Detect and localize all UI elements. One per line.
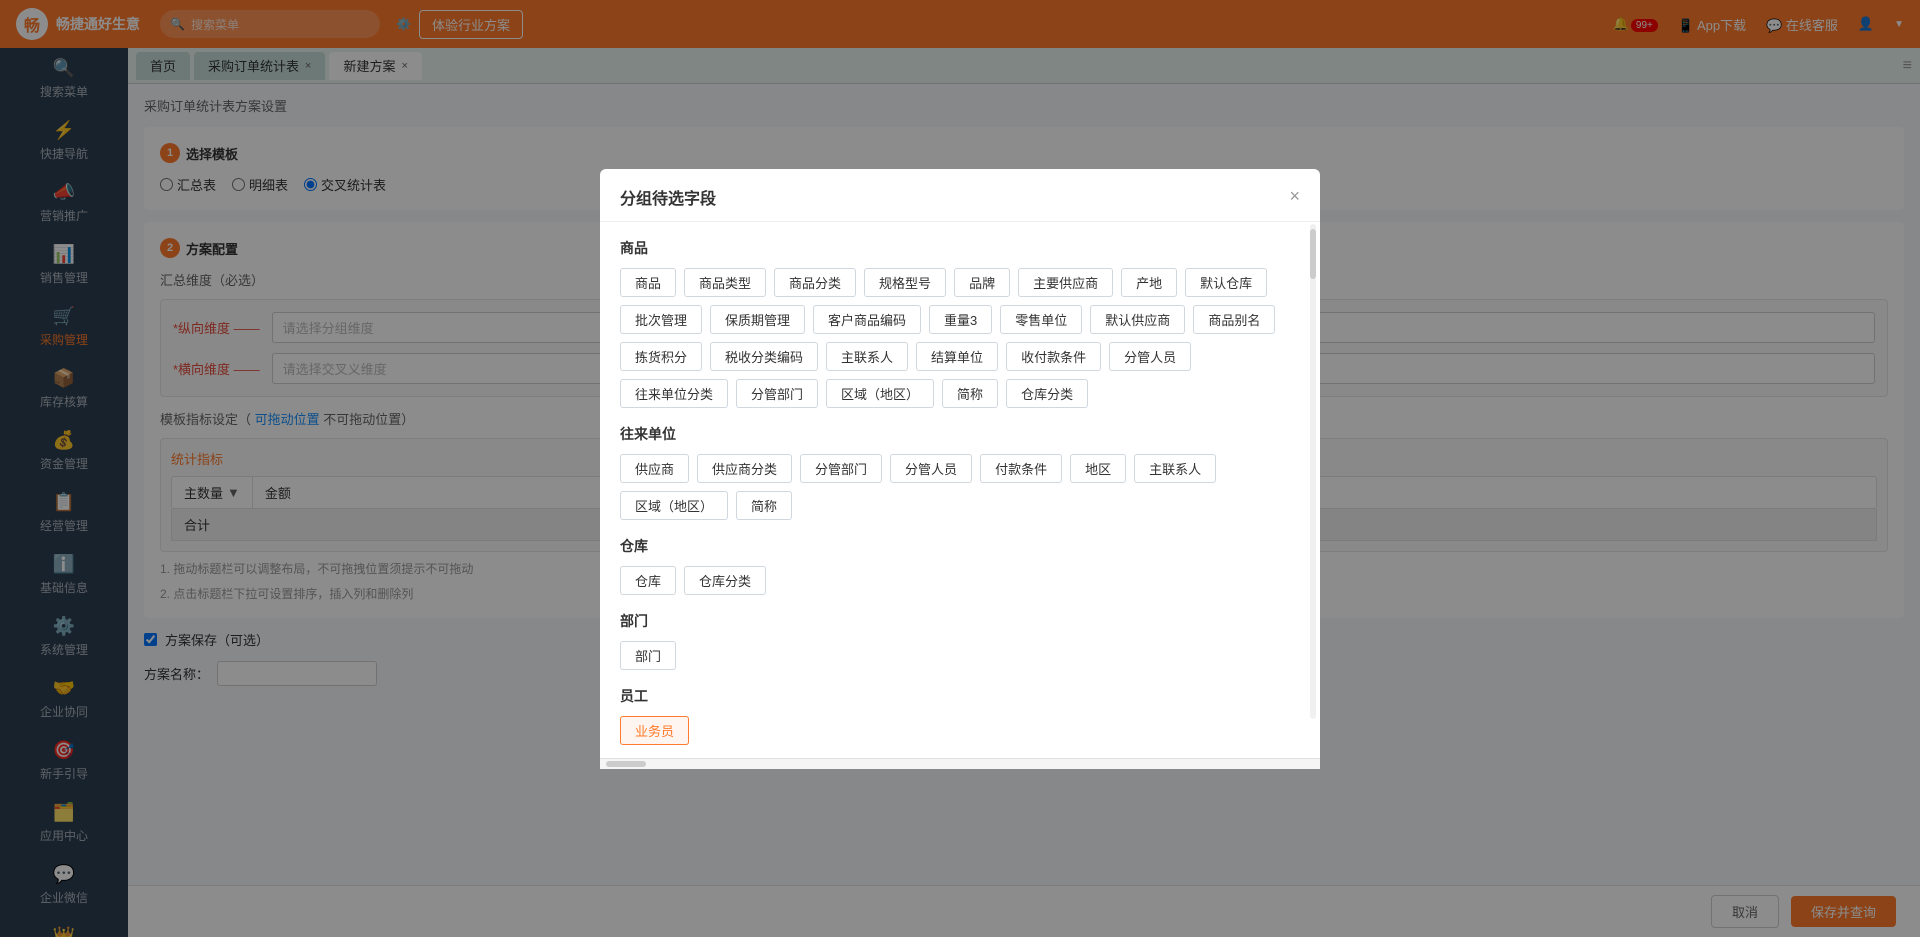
field-tag-warehouse-category[interactable]: 仓库分类 [684,566,766,595]
field-tag-dept[interactable]: 分管部门 [736,379,818,408]
field-tag-default-supplier[interactable]: 默认供应商 [1090,305,1185,334]
field-tag-main-contact-partner[interactable]: 主联系人 [1134,454,1216,483]
modal-title: 分组待选字段 [620,185,716,209]
field-tag-region2-partner[interactable]: 区域（地区） [620,491,728,520]
field-tag-brand[interactable]: 品牌 [954,268,1010,297]
field-tag-payment-terms[interactable]: 收付款条件 [1006,342,1101,371]
field-tags-employee: 业务员 [620,716,1300,745]
field-tag-region-partner[interactable]: 地区 [1070,454,1126,483]
field-tag-partner-category[interactable]: 往来单位分类 [620,379,728,408]
field-tag-manager-partner[interactable]: 分管人员 [890,454,972,483]
field-tag-payment-cond[interactable]: 付款条件 [980,454,1062,483]
section-title-goods: 商品 [620,238,1300,258]
field-tag-region-goods[interactable]: 区域（地区） [826,379,934,408]
field-tag-abbr-goods[interactable]: 简称 [942,379,998,408]
field-tag-department[interactable]: 部门 [620,641,676,670]
modal-overlay: 分组待选字段 × 商品 商品 商品类型 商品分类 规格型号 品牌 主要供应商 产… [0,0,1920,937]
field-tag-spec-model[interactable]: 规格型号 [864,268,946,297]
group-field-modal: 分组待选字段 × 商品 商品 商品类型 商品分类 规格型号 品牌 主要供应商 产… [600,169,1320,769]
field-tag-goods-type[interactable]: 商品类型 [684,268,766,297]
section-title-warehouse: 仓库 [620,536,1300,556]
field-tag-batch-mgmt[interactable]: 批次管理 [620,305,702,334]
field-tag-goods-alias[interactable]: 商品别名 [1193,305,1275,334]
field-tags-department: 部门 [620,641,1300,670]
field-tag-pick-points[interactable]: 拣货积分 [620,342,702,371]
field-tags-warehouse: 仓库 仓库分类 [620,566,1300,595]
field-tag-settlement-unit[interactable]: 结算单位 [916,342,998,371]
modal-scroll-thumb [1310,229,1316,279]
section-title-employee: 员工 [620,686,1300,706]
modal-scrollbar[interactable] [1310,224,1316,719]
field-tag-main-contact[interactable]: 主联系人 [826,342,908,371]
modal-hscroll-thumb [606,761,646,767]
field-tag-manager[interactable]: 分管人员 [1109,342,1191,371]
section-title-department: 部门 [620,611,1300,631]
field-tags-goods: 商品 商品类型 商品分类 规格型号 品牌 主要供应商 产地 默认仓库 批次管理 … [620,268,1300,408]
field-tag-tax-code[interactable]: 税收分类编码 [710,342,818,371]
field-tag-dept-partner[interactable]: 分管部门 [800,454,882,483]
modal-hscrollbar[interactable] [600,758,1320,768]
field-tag-origin[interactable]: 产地 [1121,268,1177,297]
field-tag-quality-mgmt[interactable]: 保质期管理 [710,305,805,334]
field-tag-weight[interactable]: 重量3 [929,305,992,334]
modal-close-button[interactable]: × [1289,186,1300,207]
field-tag-abbr-partner[interactable]: 简称 [736,491,792,520]
field-tag-main-supplier[interactable]: 主要供应商 [1018,268,1113,297]
field-tag-supplier[interactable]: 供应商 [620,454,689,483]
field-tag-default-warehouse[interactable]: 默认仓库 [1185,268,1267,297]
field-tag-salesperson[interactable]: 业务员 [620,716,689,745]
field-tag-warehouse[interactable]: 仓库 [620,566,676,595]
field-tag-goods[interactable]: 商品 [620,268,676,297]
field-tag-retail-unit[interactable]: 零售单位 [1000,305,1082,334]
field-tag-warehouse-cat[interactable]: 仓库分类 [1006,379,1088,408]
section-title-partner: 往来单位 [620,424,1300,444]
modal-header: 分组待选字段 × [600,169,1320,222]
modal-body: 商品 商品 商品类型 商品分类 规格型号 品牌 主要供应商 产地 默认仓库 批次… [600,222,1320,759]
field-tag-goods-category[interactable]: 商品分类 [774,268,856,297]
field-tags-partner: 供应商 供应商分类 分管部门 分管人员 付款条件 地区 主联系人 区域（地区） … [620,454,1300,520]
field-tag-supplier-cat[interactable]: 供应商分类 [697,454,792,483]
field-tag-customer-code[interactable]: 客户商品编码 [813,305,921,334]
